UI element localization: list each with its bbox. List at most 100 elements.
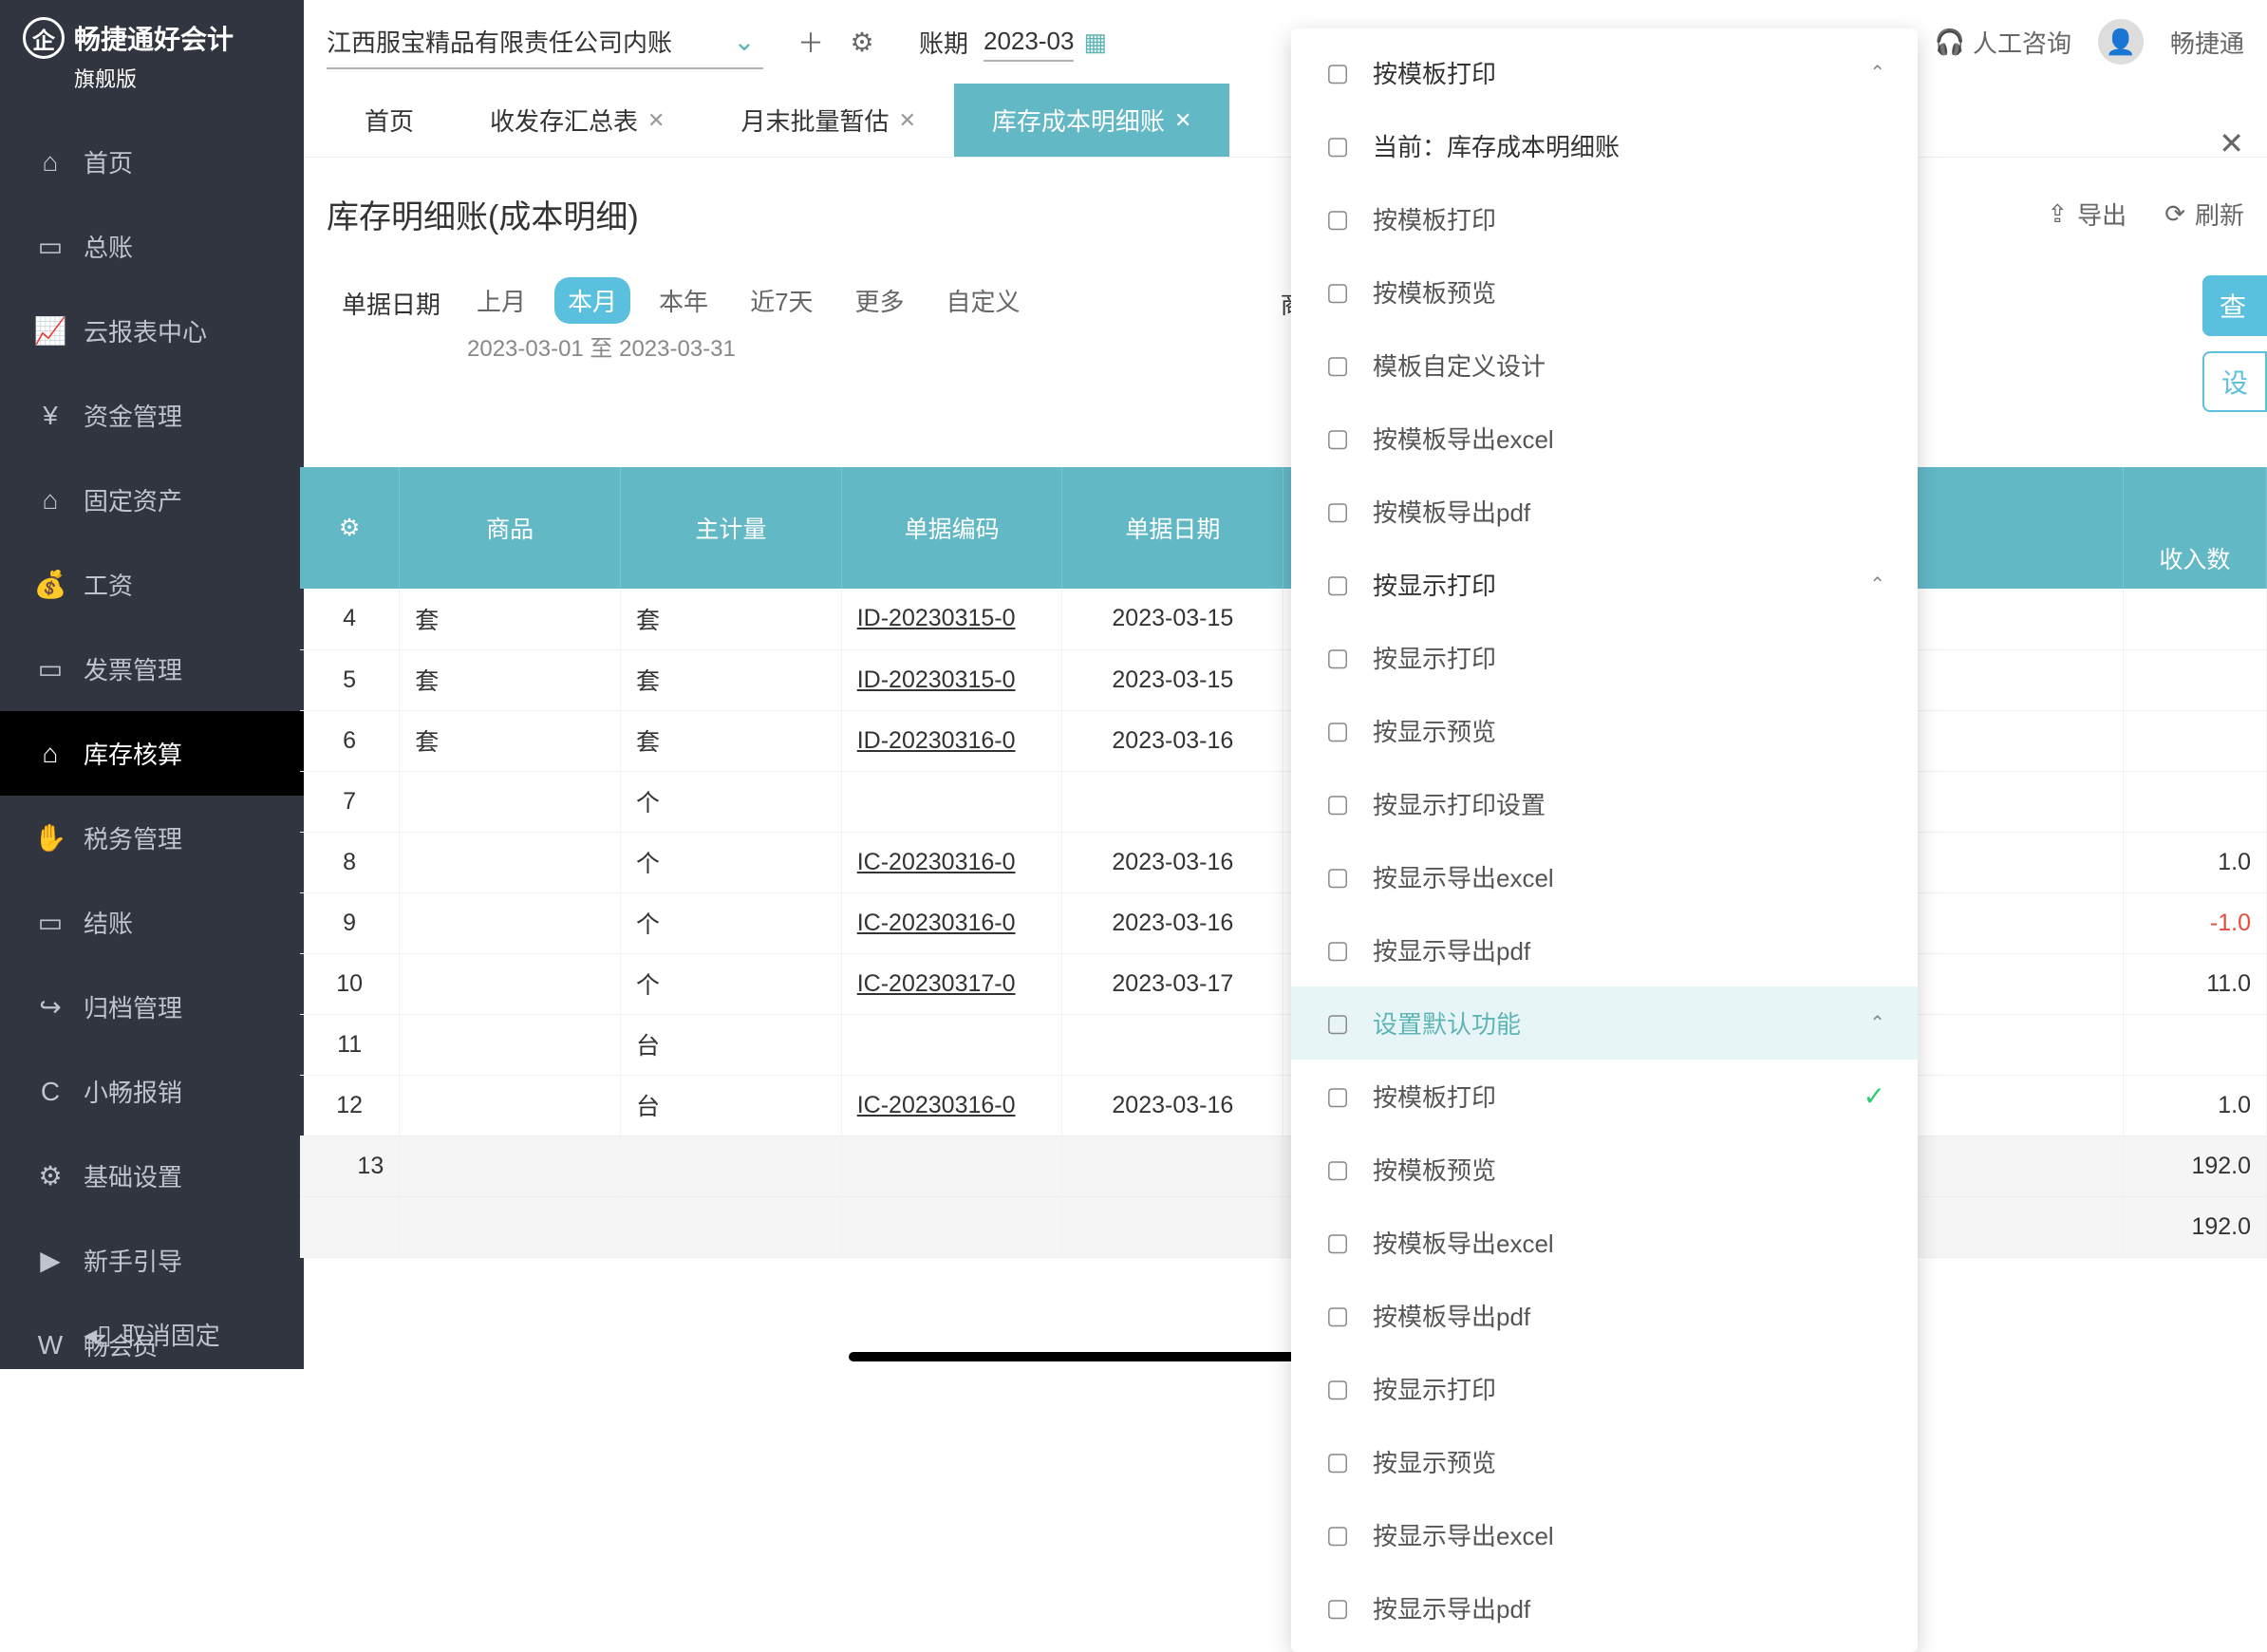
menu-item-label: 按显示导出pdf [1373, 932, 1530, 967]
tab-0[interactable]: 首页 [327, 84, 452, 157]
close-all-tabs-button[interactable]: ✕ [2219, 125, 2244, 161]
menu-item-0[interactable]: ▢按模板打印⌃ [1291, 36, 1918, 109]
menu-item-12[interactable]: ▢按显示导出pdf [1291, 913, 1918, 986]
cell-uom: 个 [620, 953, 841, 1014]
cell-doc-no[interactable]: IC-20230317-0 [841, 953, 1062, 1014]
config-button[interactable]: 设 [2202, 351, 2267, 412]
cell-doc-no[interactable]: ID-20230315-0 [841, 589, 1062, 649]
cell-doc-no[interactable]: IC-20230316-0 [841, 1075, 1062, 1136]
menu-item-10[interactable]: ▢按显示打印设置 [1291, 767, 1918, 840]
cell-bill-date: 2023-03-16 [1062, 1075, 1283, 1136]
cell-doc-no[interactable]: IC-20230316-0 [841, 832, 1062, 892]
menu-item-5[interactable]: ▢按模板导出excel [1291, 402, 1918, 475]
menu-item-3[interactable]: ▢按模板预览 [1291, 255, 1918, 329]
menu-item-label: 设置默认功能 [1373, 1005, 1521, 1041]
table-row: 192.0 [300, 1196, 2267, 1257]
collapse-icon: ◂▯ [84, 1319, 111, 1350]
menu-item-19[interactable]: ▢按显示预览 [1291, 1425, 1918, 1498]
menu-item-2[interactable]: ▢按模板打印 [1291, 182, 1918, 255]
sidebar-item-13[interactable]: ▶新手引导 [0, 1218, 304, 1303]
date-pill-1[interactable]: 本月 [554, 277, 630, 324]
tab-1[interactable]: 收发存汇总表✕ [452, 84, 703, 157]
company-selector[interactable]: 江西服宝精品有限责任公司内账 ⌄ [327, 14, 763, 69]
menu-item-8[interactable]: ▢按显示打印 [1291, 621, 1918, 694]
sidebar-item-label: 发票管理 [84, 651, 182, 686]
avatar[interactable]: 👤 [2098, 19, 2144, 65]
gear-icon[interactable]: ⚙ [843, 23, 881, 61]
sidebar-item-6[interactable]: ▭发票管理 [0, 627, 304, 711]
sidebar-item-2[interactable]: 📈云报表中心 [0, 289, 304, 373]
cell-doc-no[interactable]: ID-20230316-0 [841, 710, 1062, 771]
menu-item-11[interactable]: ▢按显示导出excel [1291, 840, 1918, 913]
sidebar-item-5[interactable]: 💰工资 [0, 542, 304, 627]
sidebar-item-3[interactable]: ¥资金管理 [0, 373, 304, 458]
sidebar-item-label: 资金管理 [84, 398, 182, 433]
support-button[interactable]: 🎧 人工咨询 [1935, 25, 2071, 60]
date-pill-0[interactable]: 上月 [463, 277, 539, 324]
sidebar-item-label: 总账 [84, 229, 133, 264]
cell-idx: 6 [300, 710, 400, 771]
cell-bill-date [1062, 1136, 1283, 1196]
sidebar-item-4[interactable]: ⌂固定资产 [0, 458, 304, 542]
menu-item-14[interactable]: ▢按模板打印✓ [1291, 1060, 1918, 1133]
date-pill-5[interactable]: 自定义 [933, 277, 1034, 324]
menu-item-9[interactable]: ▢按显示预览 [1291, 694, 1918, 767]
calendar-icon[interactable]: ▦ [1083, 28, 1107, 57]
tab-2[interactable]: 月末批量暂估✕ [703, 84, 953, 157]
add-icon[interactable]: ＋ [792, 23, 830, 61]
cell-idx: 10 [300, 953, 400, 1014]
default-icon: ▢ [1323, 1009, 1352, 1038]
menu-item-label: 按显示导出excel [1373, 1517, 1554, 1552]
sidebar-item-8[interactable]: ✋税务管理 [0, 796, 304, 880]
menu-item-1[interactable]: ▢当前：库存成本明细账 [1291, 109, 1918, 182]
cell-uom: 个 [620, 832, 841, 892]
sidebar-item-0[interactable]: ⌂首页 [0, 120, 304, 204]
cell-goods: 套 [400, 649, 621, 710]
export-button[interactable]: ⇪ 导出 [2047, 197, 2126, 232]
menu-item-17[interactable]: ▢按模板导出pdf [1291, 1279, 1918, 1352]
sidebar-item-9[interactable]: ▭结账 [0, 880, 304, 965]
refresh-icon: ⟳ [2164, 199, 2185, 229]
cell-doc-no[interactable]: ID-20230315-0 [841, 649, 1062, 710]
cell-bill-date [1062, 1014, 1283, 1075]
sidebar-item-label: 小畅报销 [84, 1074, 182, 1109]
menu-item-21[interactable]: ▢按显示导出pdf [1291, 1571, 1918, 1644]
company-name: 江西服宝精品有限责任公司内账 [327, 24, 672, 59]
close-icon[interactable]: ✕ [1174, 108, 1191, 133]
menu-item-label: 按显示打印 [1373, 640, 1496, 675]
menu-item-20[interactable]: ▢按显示导出excel [1291, 1498, 1918, 1571]
ledger-icon: ▭ [36, 233, 65, 261]
sidebar-item-1[interactable]: ▭ 总账 [0, 204, 304, 289]
archive-icon: ↪ [36, 993, 65, 1022]
sidebar-collapse[interactable]: ◂▯ 取消固定 [0, 1317, 304, 1352]
tab-3[interactable]: 库存成本明细账✕ [954, 84, 1229, 157]
menu-item-18[interactable]: ▢按显示打印 [1291, 1352, 1918, 1425]
cell-idx: 7 [300, 771, 400, 832]
period-value[interactable]: 2023-03 [984, 23, 1074, 62]
col-gear[interactable]: ⚙ [300, 467, 400, 589]
close-icon[interactable]: ✕ [647, 108, 665, 133]
sidebar-item-11[interactable]: C小畅报销 [0, 1049, 304, 1134]
chevron-up-icon: ⌃ [1869, 1011, 1885, 1035]
menu-item-15[interactable]: ▢按模板预览 [1291, 1133, 1918, 1206]
sidebar-item-7[interactable]: ⌂库存核算 [0, 711, 304, 796]
menu-item-label: 按模板导出excel [1373, 1225, 1554, 1260]
export-pdf-icon: ▢ [1323, 1302, 1352, 1330]
menu-item-13[interactable]: ▢ 设置默认功能 ⌃ [1291, 986, 1918, 1060]
search-button[interactable]: 查 [2202, 275, 2267, 336]
menu-item-4[interactable]: ▢模板自定义设计 [1291, 329, 1918, 402]
close-icon[interactable]: ✕ [898, 108, 915, 133]
menu-item-7[interactable]: ▢按显示打印⌃ [1291, 548, 1918, 621]
col-bill-date: 单据日期 [1062, 467, 1283, 589]
cell-goods [400, 1196, 621, 1257]
sidebar-item-12[interactable]: ⚙基础设置 [0, 1134, 304, 1218]
menu-item-6[interactable]: ▢按模板导出pdf [1291, 475, 1918, 548]
refresh-button[interactable]: ⟳ 刷新 [2164, 197, 2244, 232]
sidebar-item-10[interactable]: ↪归档管理 [0, 965, 304, 1049]
menu-item-16[interactable]: ▢按模板导出excel [1291, 1206, 1918, 1279]
date-pill-2[interactable]: 本年 [646, 277, 721, 324]
date-pill-4[interactable]: 更多 [842, 277, 918, 324]
cell-doc-no[interactable]: IC-20230316-0 [841, 892, 1062, 953]
date-pill-3[interactable]: 近7天 [737, 277, 826, 324]
cell-goods: 套 [400, 710, 621, 771]
